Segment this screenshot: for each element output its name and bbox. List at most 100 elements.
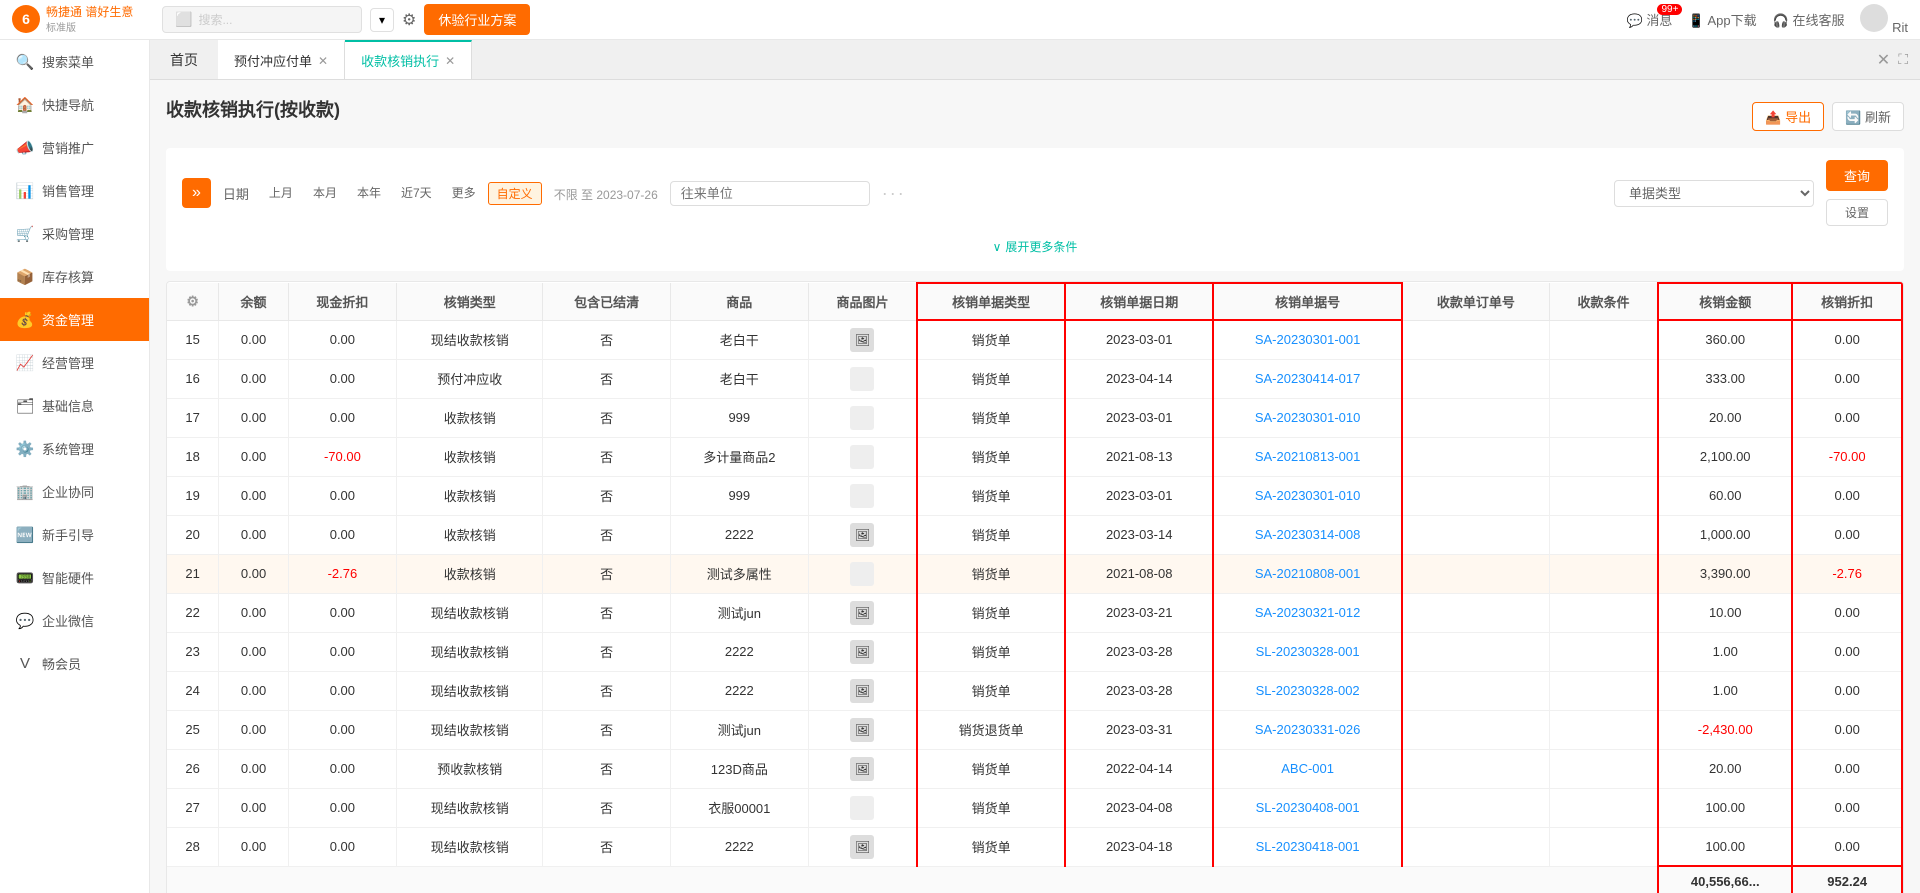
sidebar-item-search[interactable]: 🔍 搜索菜单 [0, 40, 149, 83]
goods-img-cell: 🖼 [808, 671, 917, 710]
tab-prepay[interactable]: 预付冲应付单 ✕ [218, 40, 345, 79]
partner-input[interactable] [670, 181, 870, 206]
td-balance: 0.00 [219, 710, 289, 749]
td-included: 否 [543, 554, 670, 593]
sidebar-item-hardware[interactable]: 📟 智能硬件 [0, 556, 149, 599]
doc-no-link[interactable]: SL-20230418-001 [1256, 839, 1360, 854]
dropdown-btn[interactable]: ▾ [370, 8, 394, 32]
query-btn[interactable]: 查询 [1826, 160, 1888, 191]
td-cash-discount: 0.00 [288, 632, 396, 671]
td-order-no [1402, 593, 1549, 632]
td-balance: 0.00 [219, 788, 289, 827]
td-included: 否 [543, 437, 670, 476]
expand-more-btn[interactable]: ∨ 展开更多条件 [182, 234, 1888, 259]
doc-no-link[interactable]: SL-20230328-002 [1256, 683, 1360, 698]
date-tab-this-year[interactable]: 本年 [349, 182, 389, 205]
date-tab-custom[interactable]: 自定义 [488, 182, 542, 205]
td-doc-no: SL-20230328-001 [1213, 632, 1402, 671]
td-doc-no: SA-20210808-001 [1213, 554, 1402, 593]
td-doc-type: 销货单 [917, 515, 1065, 554]
expand-filter-btn[interactable]: » [182, 178, 211, 208]
td-condition [1549, 671, 1658, 710]
sidebar-item-purchase[interactable]: 🛒 采购管理 [0, 212, 149, 255]
td-order-no [1402, 398, 1549, 437]
action-buttons: 📤 导出 🔄 刷新 [1752, 102, 1904, 131]
settings-btn[interactable]: 设置 [1826, 199, 1888, 226]
date-tab-more[interactable]: 更多 [444, 182, 484, 205]
doc-no-link[interactable]: ABC-001 [1281, 761, 1334, 776]
sidebar-item-basic[interactable]: 🗂 基础信息 [0, 384, 149, 427]
doc-no-link[interactable]: SL-20230328-001 [1256, 644, 1360, 659]
sidebar-item-system[interactable]: ⚙️ 系统管理 [0, 427, 149, 470]
td-cash-discount: 0.00 [288, 476, 396, 515]
td-amount: -2,430.00 [1658, 710, 1792, 749]
td-condition [1549, 593, 1658, 632]
tab-receipt-close[interactable]: ✕ [445, 54, 455, 68]
tab-home[interactable]: 首页 [150, 40, 218, 79]
sidebar-item-inventory[interactable]: 📦 库存核算 [0, 255, 149, 298]
sidebar-item-wechat[interactable]: 💬 企业微信 [0, 599, 149, 642]
td-doc-date: 2023-04-18 [1065, 827, 1213, 866]
td-amount: 20.00 [1658, 398, 1792, 437]
doc-no-link[interactable]: SA-20230301-010 [1255, 410, 1361, 425]
sidebar-label-sales: 销售管理 [42, 181, 94, 200]
gear-btn[interactable]: ⚙ [402, 10, 416, 30]
app-download-btn[interactable]: 📱 App下载 [1688, 10, 1756, 29]
tab-bar: 首页 预付冲应付单 ✕ 收款核销执行 ✕ ✕ ⛶ [150, 40, 1920, 80]
doc-no-link[interactable]: SA-20230301-010 [1255, 488, 1361, 503]
doc-no-link[interactable]: SA-20230331-026 [1255, 722, 1361, 737]
online-service-btn[interactable]: 🎧 在线客服 [1773, 10, 1845, 29]
td-goods: 123D商品 [670, 749, 808, 788]
doc-no-link[interactable]: SA-20230321-012 [1255, 605, 1361, 620]
sidebar-item-marketing[interactable]: 📣 营销推广 [0, 126, 149, 169]
voucher-type-select[interactable]: 单据类型 [1614, 180, 1814, 207]
date-tab-last-month[interactable]: 上月 [261, 182, 301, 205]
td-no: 15 [167, 320, 219, 359]
export-btn[interactable]: 📤 导出 [1752, 102, 1824, 131]
sidebar-label-operation: 经营管理 [42, 353, 94, 372]
industry-btn[interactable]: 休验行业方案 [424, 4, 530, 35]
search-box[interactable]: ⬜ 搜索... [162, 6, 362, 33]
td-order-no [1402, 554, 1549, 593]
goods-img-cell: 🖼 [808, 749, 917, 788]
doc-no-link[interactable]: SA-20230414-017 [1255, 371, 1361, 386]
sidebar-label-search: 搜索菜单 [42, 52, 94, 71]
tab-prepay-close[interactable]: ✕ [318, 54, 328, 68]
sidebar-item-guide[interactable]: 🆕 新手引导 [0, 513, 149, 556]
sidebar-item-sales[interactable]: 📊 销售管理 [0, 169, 149, 212]
user-area[interactable]: Rit [1860, 4, 1908, 35]
td-amount: 360.00 [1658, 320, 1792, 359]
logo-sub: 标准版 [46, 19, 133, 34]
td-goods: 测试jun [670, 710, 808, 749]
sidebar-item-shortcut[interactable]: 🏠 快捷导航 [0, 83, 149, 126]
doc-no-link[interactable]: SA-20210813-001 [1255, 449, 1361, 464]
sidebar-label-marketing: 营销推广 [42, 138, 94, 157]
doc-no-link[interactable]: SL-20230408-001 [1256, 800, 1360, 815]
date-tab-7days[interactable]: 近7天 [393, 182, 440, 205]
table-row: 22 0.00 0.00 现结收款核销 否 测试jun 🖼 销货单 2023-0… [167, 593, 1902, 632]
td-condition [1549, 554, 1658, 593]
td-write-off-type: 现结收款核销 [396, 632, 543, 671]
td-write-off-type: 收款核销 [396, 554, 543, 593]
sidebar-item-corp[interactable]: 🏢 企业协同 [0, 470, 149, 513]
doc-no-link[interactable]: SA-20230314-008 [1255, 527, 1361, 542]
sidebar-item-operation[interactable]: 📈 经营管理 [0, 341, 149, 384]
date-tab-this-month[interactable]: 本月 [305, 182, 345, 205]
sidebar-item-member[interactable]: V 畅会员 [0, 642, 149, 685]
td-no: 18 [167, 437, 219, 476]
doc-no-link[interactable]: SA-20210808-001 [1255, 566, 1361, 581]
td-order-no [1402, 632, 1549, 671]
message-btn[interactable]: 💬 消息 99+ [1627, 10, 1673, 29]
tab-receipt[interactable]: 收款核销执行 ✕ [345, 40, 472, 79]
refresh-btn[interactable]: 🔄 刷新 [1832, 102, 1904, 131]
window-close-btn[interactable]: ✕ [1877, 50, 1890, 70]
td-order-no [1402, 320, 1549, 359]
doc-no-link[interactable]: SA-20230301-001 [1255, 332, 1361, 347]
col-settings-icon[interactable]: ⚙ [186, 293, 199, 309]
td-doc-type: 销货单 [917, 359, 1065, 398]
td-write-off-type: 收款核销 [396, 437, 543, 476]
window-expand-btn[interactable]: ⛶ [1898, 51, 1908, 68]
sidebar-item-finance[interactable]: 💰 资金管理 [0, 298, 149, 341]
finance-icon: 💰 [16, 311, 34, 329]
td-doc-no: SA-20230321-012 [1213, 593, 1402, 632]
